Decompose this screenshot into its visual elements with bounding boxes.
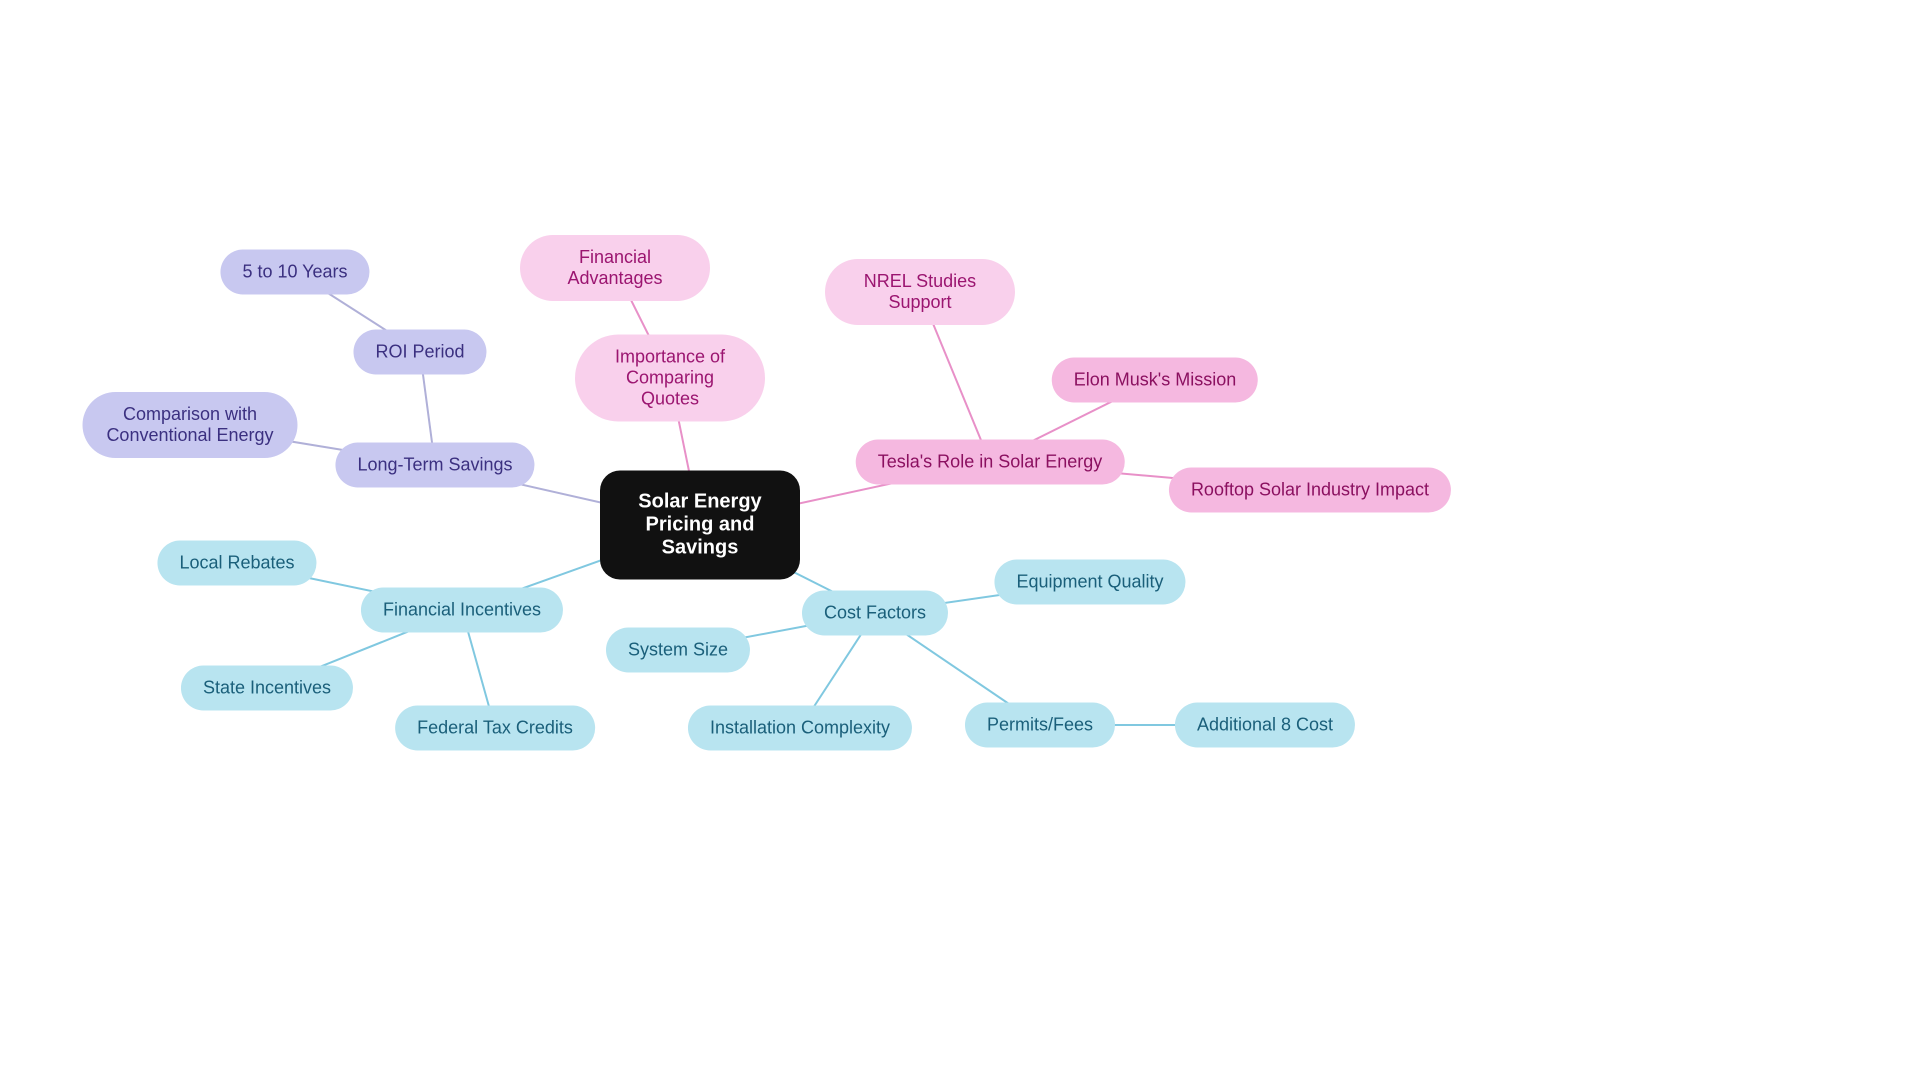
node-teslas_role[interactable]: Tesla's Role in Solar Energy <box>856 440 1125 485</box>
node-state_incentives[interactable]: State Incentives <box>181 666 353 711</box>
node-roi_period[interactable]: ROI Period <box>353 330 486 375</box>
node-federal_tax_credits[interactable]: Federal Tax Credits <box>395 706 595 751</box>
node-installation_complexity[interactable]: Installation Complexity <box>688 706 912 751</box>
node-system_size[interactable]: System Size <box>606 628 750 673</box>
node-local_rebates[interactable]: Local Rebates <box>157 541 316 586</box>
node-permits_fees[interactable]: Permits/Fees <box>965 703 1115 748</box>
node-additional_cost[interactable]: Additional 8 Cost <box>1175 703 1355 748</box>
node-five_to_ten[interactable]: 5 to 10 Years <box>220 250 369 295</box>
mindmap-container: Solar Energy Pricing and Savings Long-Ter… <box>0 0 1920 1083</box>
node-comparison[interactable]: Comparison with Conventional Energy <box>83 392 298 458</box>
node-elon_musk[interactable]: Elon Musk's Mission <box>1052 358 1258 403</box>
node-importance_comparing[interactable]: Importance of Comparing Quotes <box>575 335 765 422</box>
node-equipment_quality[interactable]: Equipment Quality <box>994 560 1185 605</box>
node-nrel_studies[interactable]: NREL Studies Support <box>825 259 1015 325</box>
node-financial_incentives[interactable]: Financial Incentives <box>361 588 563 633</box>
node-rooftop_solar[interactable]: Rooftop Solar Industry Impact <box>1169 468 1451 513</box>
node-cost_factors[interactable]: Cost Factors <box>802 591 948 636</box>
node-center[interactable]: Solar Energy Pricing and Savings <box>600 471 800 580</box>
node-financial_advantages[interactable]: Financial Advantages <box>520 235 710 301</box>
node-long_term_savings[interactable]: Long-Term Savings <box>335 443 534 488</box>
